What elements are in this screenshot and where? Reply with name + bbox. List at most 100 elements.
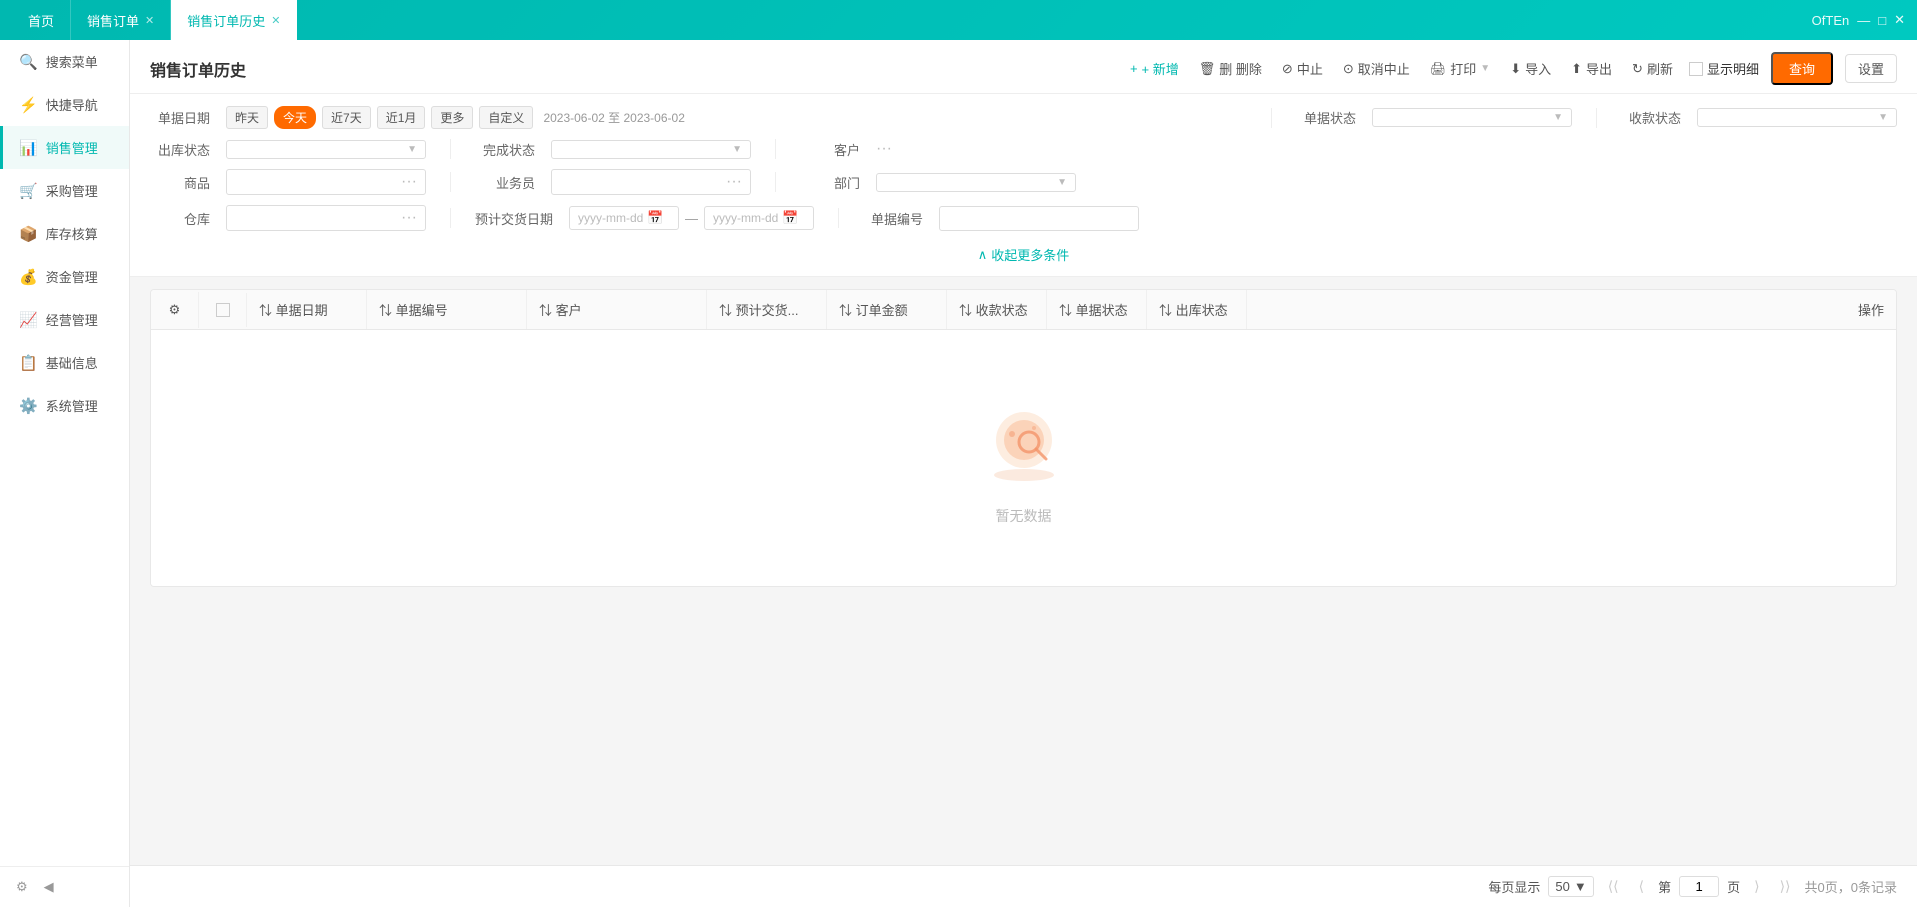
warehouse-input[interactable]: ···: [226, 205, 426, 231]
th-amount[interactable]: ⇅ 订单金额: [827, 290, 947, 329]
warehouse-more-btn[interactable]: ···: [401, 209, 417, 227]
date-btn-yesterday[interactable]: 昨天: [226, 106, 268, 129]
divider-8: [838, 208, 839, 228]
date-btn-1month[interactable]: 近1月: [377, 106, 426, 129]
settings-button[interactable]: 设置: [1845, 54, 1897, 83]
filter-section: 单据日期 昨天 今天 近7天 近1月 更多 自定义 2023-06-02 至 2…: [130, 94, 1917, 277]
sidebar-item-basic-info[interactable]: 📋 基础信息: [0, 341, 129, 384]
product-more-btn[interactable]: ···: [401, 173, 417, 191]
department-select[interactable]: ▼: [876, 173, 1076, 192]
date-btn-today[interactable]: 今天: [274, 106, 316, 129]
date-dash: —: [685, 211, 698, 226]
search-menu-icon: 🔍: [19, 53, 38, 71]
export-button[interactable]: ⬆ 导出: [1567, 57, 1616, 80]
window-min-btn[interactable]: —: [1857, 13, 1870, 28]
tab-sales-order-history-label: 销售订单历史: [187, 11, 265, 30]
th-customer[interactable]: ⇅ 客户: [527, 290, 707, 329]
sidebar-item-finance[interactable]: 💰 资金管理: [0, 255, 129, 298]
tab-sales-order-close[interactable]: ✕: [145, 14, 154, 27]
refresh-button[interactable]: ↻ 刷新: [1628, 57, 1677, 80]
first-page-btn[interactable]: ⟨⟨: [1602, 876, 1625, 897]
window-close-btn[interactable]: ✕: [1894, 12, 1905, 28]
completion-status-select[interactable]: ▼: [551, 140, 751, 159]
print-arrow-icon: ▼: [1480, 63, 1490, 74]
display-detail-checkbox[interactable]: [1689, 62, 1703, 76]
table-header: ⚙ ⇅ 单据日期 ⇅ 单据编号 ⇅ 客户 ⇅ 预计交货...: [151, 290, 1896, 330]
th-date[interactable]: ⇅ 单据日期: [247, 290, 367, 329]
th-delivery[interactable]: ⇅ 预计交货...: [707, 290, 827, 329]
header-checkbox[interactable]: [216, 303, 230, 317]
divider-1: [1271, 108, 1272, 128]
collapse-row[interactable]: ∧ 收起更多条件: [150, 241, 1897, 264]
cancel-stop-button[interactable]: ⊙ 取消中止: [1339, 57, 1414, 80]
date-btn-custom[interactable]: 自定义: [479, 106, 533, 129]
sidebar-collapse-btn[interactable]: ◀: [44, 879, 54, 895]
bill-status-select[interactable]: ▼: [1372, 108, 1572, 127]
top-bar: 首页 销售订单 ✕ 销售订单历史 ✕ OfTEn — □ ✕: [0, 0, 1917, 40]
product-input[interactable]: ···: [226, 169, 426, 195]
tab-home[interactable]: 首页: [12, 0, 71, 40]
window-max-btn[interactable]: □: [1878, 13, 1886, 28]
delivery-date-from[interactable]: yyyy-mm-dd 📅: [569, 206, 679, 230]
page-title: 销售订单历史: [150, 57, 246, 81]
add-button[interactable]: + + 新增: [1126, 57, 1183, 80]
next-page-btn[interactable]: ⟩: [1748, 876, 1765, 897]
payment-status-select[interactable]: ▼: [1697, 108, 1897, 127]
th-amount-label: ⇅ 订单金额: [839, 300, 908, 319]
add-icon: +: [1130, 61, 1138, 76]
tab-sales-order[interactable]: 销售订单 ✕: [71, 0, 171, 40]
per-page-select[interactable]: 50 ▼: [1548, 876, 1593, 897]
delivery-date-range: yyyy-mm-dd 📅 — yyyy-mm-dd 📅: [569, 206, 814, 230]
cancel-stop-icon: ⊙: [1343, 61, 1354, 77]
date-filter-content: 昨天 今天 近7天 近1月 更多 自定义 2023-06-02 至 2023-0…: [226, 106, 1247, 129]
date-btn-7days[interactable]: 近7天: [322, 106, 371, 129]
th-payment[interactable]: ⇅ 收款状态: [947, 290, 1047, 329]
divider-4: [775, 139, 776, 159]
th-number[interactable]: ⇅ 单据编号: [367, 290, 527, 329]
filter-row-3: 商品 ··· 业务员 ··· 部门 ▼: [150, 169, 1897, 195]
th-out[interactable]: ⇅ 出库状态: [1147, 290, 1247, 329]
th-action-label: 操作: [1858, 300, 1884, 319]
salesman-more-btn[interactable]: ···: [726, 173, 742, 191]
import-button[interactable]: ⬇ 导入: [1506, 57, 1555, 80]
sidebar-settings-btn[interactable]: ⚙: [16, 879, 28, 895]
sidebar-item-operations[interactable]: 📈 经营管理: [0, 298, 129, 341]
sidebar-item-purchase-mgmt[interactable]: 🛒 采购管理: [0, 169, 129, 212]
product-label: 商品: [150, 173, 210, 192]
tab-sales-order-history-close[interactable]: ✕: [271, 14, 280, 27]
th-bill[interactable]: ⇅ 单据状态: [1047, 290, 1147, 329]
last-page-btn[interactable]: ⟩⟩: [1774, 876, 1797, 897]
date-btn-more[interactable]: 更多: [431, 106, 473, 129]
quick-nav-icon: ⚡: [19, 96, 38, 114]
bill-number-input[interactable]: [939, 206, 1139, 231]
salesman-input[interactable]: ···: [551, 169, 751, 195]
sidebar-item-system-label: 系统管理: [46, 396, 98, 415]
tab-sales-order-history[interactable]: 销售订单历史 ✕: [171, 0, 297, 40]
delivery-date-from-text: yyyy-mm-dd: [578, 211, 643, 225]
stop-button[interactable]: ⊘ 中止: [1278, 57, 1327, 80]
sidebar-item-inventory[interactable]: 📦 库存核算: [0, 212, 129, 255]
delete-button[interactable]: 🗑 删 删除: [1195, 57, 1266, 80]
query-button[interactable]: 查询: [1771, 52, 1833, 85]
outbound-status-select[interactable]: ▼: [226, 140, 426, 159]
prev-page-btn[interactable]: ⟨: [1633, 876, 1650, 897]
delivery-date-to[interactable]: yyyy-mm-dd 📅: [704, 206, 814, 230]
tab-sales-order-label: 销售订单: [87, 11, 139, 30]
delivery-date-label: 预计交货日期: [475, 209, 553, 228]
sidebar-item-quick-nav[interactable]: ⚡ 快捷导航: [0, 83, 129, 126]
th-customer-label: ⇅ 客户: [539, 300, 582, 319]
th-action: 操作: [1247, 290, 1896, 329]
sidebar-item-system[interactable]: ⚙️ 系统管理: [0, 384, 129, 427]
payment-status-arrow-icon: ▼: [1878, 112, 1888, 123]
customer-more-btn[interactable]: ···: [876, 140, 892, 158]
sidebar-item-search-menu[interactable]: 🔍 搜索菜单: [0, 40, 129, 83]
th-settings[interactable]: ⚙: [151, 292, 199, 328]
display-detail-toggle[interactable]: 显示明细: [1689, 59, 1759, 78]
th-check[interactable]: [199, 293, 247, 327]
print-button[interactable]: 🖨 打印 ▼: [1426, 57, 1494, 80]
sidebar-item-finance-label: 资金管理: [46, 267, 98, 286]
sidebar-item-sales-mgmt[interactable]: 📊 销售管理: [0, 126, 129, 169]
th-bill-label: ⇅ 单据状态: [1059, 300, 1128, 319]
page-number-input[interactable]: [1679, 876, 1719, 897]
filter-row-1: 单据日期 昨天 今天 近7天 近1月 更多 自定义 2023-06-02 至 2…: [150, 106, 1897, 129]
